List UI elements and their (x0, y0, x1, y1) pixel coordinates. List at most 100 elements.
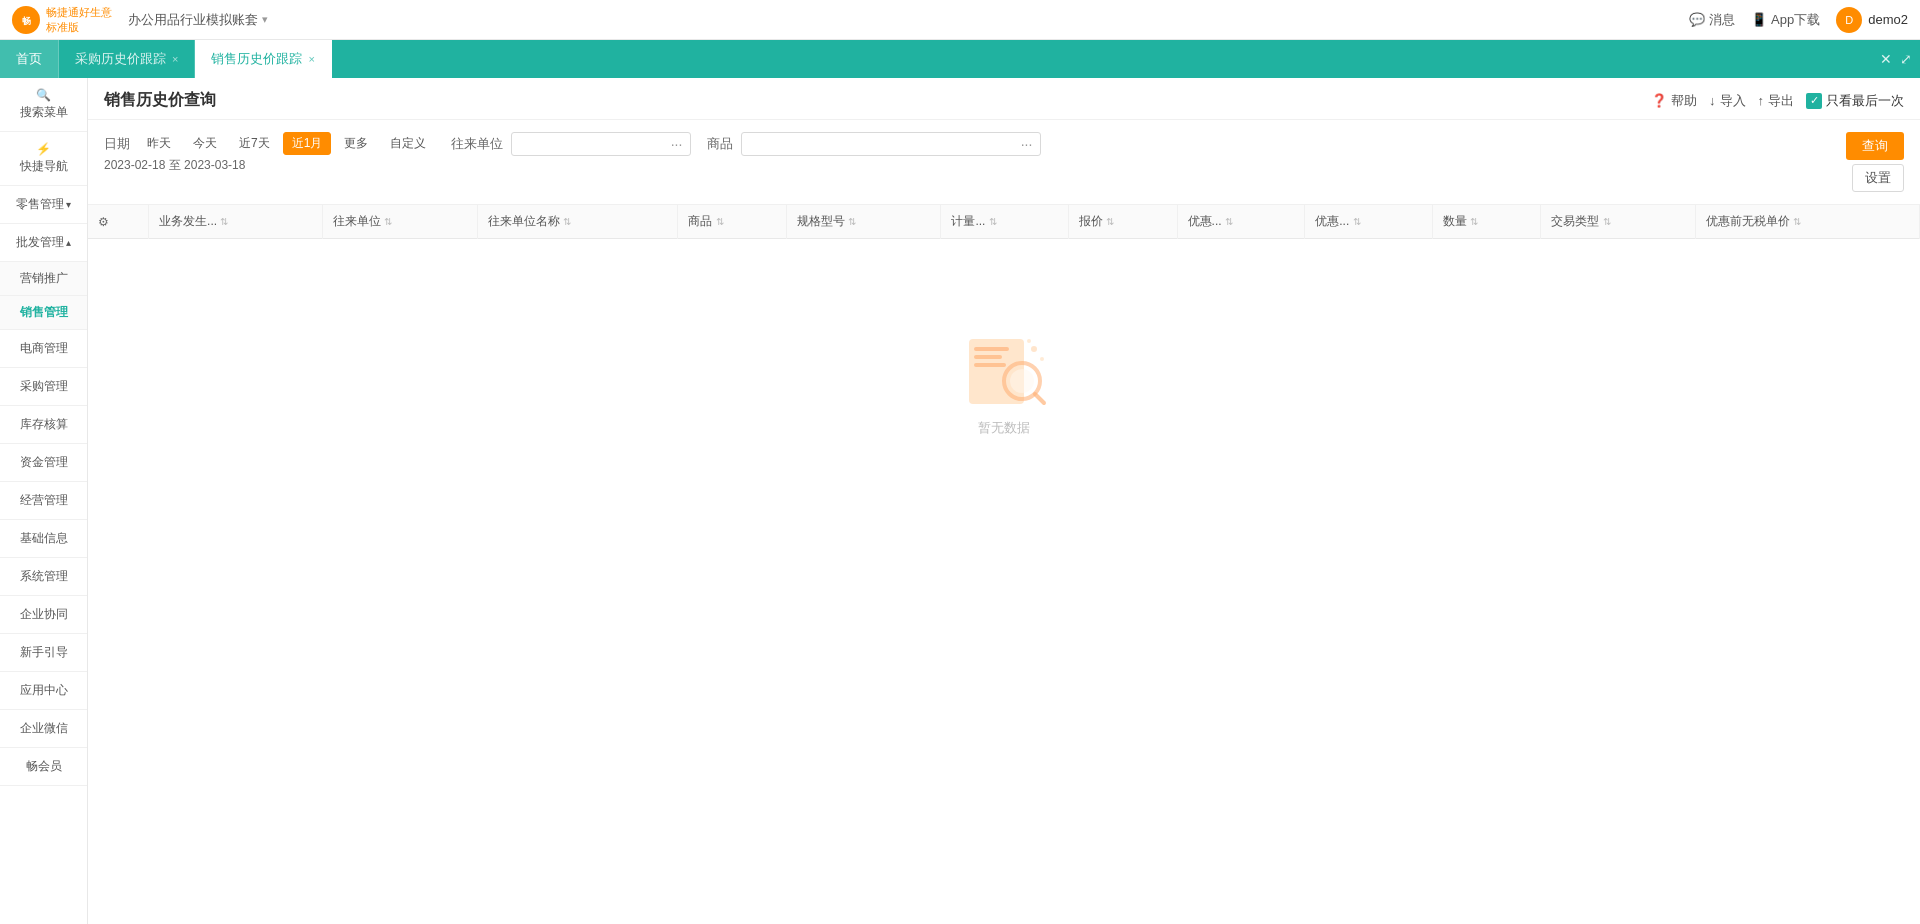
date-options: 昨天 今天 近7天 近1月 更多 自定义 (138, 132, 435, 155)
svg-rect-5 (974, 363, 1006, 367)
only-last-checkbox[interactable]: ✓ 只看最后一次 (1806, 92, 1904, 110)
sidebar-item-purchase[interactable]: 采购管理 (0, 368, 87, 406)
date-btn-custom[interactable]: 自定义 (381, 132, 435, 155)
tab-purchase-history[interactable]: 采购历史价跟踪 × (59, 40, 195, 78)
partner-input[interactable]: ··· (511, 132, 691, 156)
sidebar-item-sales-mgmt[interactable]: 销售管理 (0, 296, 87, 330)
export-button[interactable]: ↑ 导出 (1758, 92, 1795, 110)
sidebar-item-quick-nav-label: 快捷导航 (20, 158, 68, 175)
col-qty[interactable]: 数量 ⇅ (1432, 205, 1540, 239)
tab-purchase-history-close[interactable]: × (172, 53, 178, 65)
sort-biz-date-icon: ⇅ (220, 216, 228, 227)
sidebar-item-marketing[interactable]: 营销推广 (0, 262, 87, 296)
col-discount1[interactable]: 优惠... ⇅ (1177, 205, 1305, 239)
user-menu[interactable]: D demo2 (1836, 7, 1908, 33)
app-download-button[interactable]: 📱 App下载 (1751, 11, 1820, 29)
app-title-area[interactable]: 办公用品行业模拟账套 ▾ (128, 11, 268, 29)
col-trade-type[interactable]: 交易类型 ⇅ (1541, 205, 1696, 239)
avatar: D (1836, 7, 1862, 33)
sidebar-item-search[interactable]: 🔍 搜索菜单 (0, 78, 87, 132)
import-icon: ↓ (1709, 93, 1716, 108)
product-input[interactable]: ··· (741, 132, 1041, 156)
sidebar-item-enterprise[interactable]: 企业协同 (0, 596, 87, 634)
close-window-button[interactable]: ✕ (1880, 51, 1892, 67)
header-left: 畅 畅捷通好生意 标准版 办公用品行业模拟账套 ▾ (12, 5, 268, 34)
col-discount2[interactable]: 优惠... ⇅ (1305, 205, 1433, 239)
partner-filter-label: 往来单位 (451, 135, 503, 153)
col-biz-date[interactable]: 业务发生... ⇅ (149, 205, 323, 239)
sidebar-item-wechat[interactable]: 企业微信 (0, 710, 87, 748)
sidebar-item-system[interactable]: 系统管理 (0, 558, 87, 596)
date-btn-more[interactable]: 更多 (335, 132, 377, 155)
checkbox-checked-icon: ✓ (1806, 93, 1822, 109)
filter-area: 日期 昨天 今天 近7天 近1月 更多 自定义 2023-02-18 至 202… (88, 120, 1920, 205)
sidebar: 🔍 搜索菜单 ⚡ 快捷导航 零售管理 ▾ 批发管理 ▴ 营销推广 销售管理 电商… (0, 78, 88, 924)
partner-input-placeholder (520, 137, 670, 151)
tab-home[interactable]: 首页 (0, 40, 59, 78)
date-btn-today[interactable]: 今天 (184, 132, 226, 155)
export-icon: ↑ (1758, 93, 1765, 108)
empty-text: 暂无数据 (978, 419, 1030, 437)
sidebar-item-retail[interactable]: 零售管理 ▾ (0, 186, 87, 224)
settings-button[interactable]: 设置 (1852, 164, 1904, 192)
sidebar-item-basic-info[interactable]: 基础信息 (0, 520, 87, 558)
app-title-dropdown-icon: ▾ (262, 13, 268, 26)
sidebar-item-member[interactable]: 畅会员 (0, 748, 87, 786)
sidebar-item-operations-label: 经营管理 (20, 492, 68, 509)
search-icon: 🔍 (36, 88, 51, 102)
col-spec[interactable]: 规格型号 ⇅ (786, 205, 941, 239)
sidebar-item-guide[interactable]: 新手引导 (0, 634, 87, 672)
sidebar-item-app-center[interactable]: 应用中心 (0, 672, 87, 710)
query-button[interactable]: 查询 (1846, 132, 1904, 160)
svg-text:畅: 畅 (22, 16, 31, 26)
maximize-window-button[interactable]: ⤢ (1900, 51, 1912, 67)
svg-point-9 (1031, 346, 1037, 352)
col-partner-name[interactable]: 往来单位名称 ⇅ (477, 205, 678, 239)
page-actions: ❓ 帮助 ↓ 导入 ↑ 导出 ✓ 只看最后一次 (1651, 92, 1904, 110)
import-button[interactable]: ↓ 导入 (1709, 92, 1746, 110)
sidebar-item-inventory-label: 库存核算 (20, 416, 68, 433)
sidebar-item-quick-nav[interactable]: ⚡ 快捷导航 (0, 132, 87, 186)
col-quote-label: 报价 (1079, 214, 1103, 228)
message-icon: 💬 (1689, 12, 1705, 27)
sidebar-item-inventory[interactable]: 库存核算 (0, 406, 87, 444)
col-pre-tax-price[interactable]: 优惠前无税单价 ⇅ (1696, 205, 1920, 239)
product-filter-label: 商品 (707, 135, 733, 153)
table-container: ⚙ 业务发生... ⇅ 往来单位 ⇅ 往来单位名称 ⇅ (88, 205, 1920, 239)
sidebar-item-finance-label: 资金管理 (20, 454, 68, 471)
tab-sales-history-close[interactable]: × (308, 53, 314, 65)
col-unit[interactable]: 计量... ⇅ (941, 205, 1069, 239)
date-btn-yesterday[interactable]: 昨天 (138, 132, 180, 155)
message-button[interactable]: 💬 消息 (1689, 11, 1735, 29)
sort-partner-name-icon: ⇅ (563, 216, 571, 227)
column-settings-button[interactable]: ⚙ (88, 205, 149, 239)
partner-input-icon: ··· (671, 136, 683, 152)
logo-icon: 畅 (12, 6, 40, 34)
sidebar-item-wechat-label: 企业微信 (20, 720, 68, 737)
sort-trade-type-icon: ⇅ (1603, 216, 1611, 227)
sidebar-item-operations[interactable]: 经营管理 (0, 482, 87, 520)
tab-sales-history[interactable]: 销售历史价跟踪 × (195, 40, 331, 78)
user-name: demo2 (1868, 12, 1908, 27)
tab-bar: 首页 采购历史价跟踪 × 销售历史价跟踪 × ✕ ⤢ (0, 40, 1920, 78)
sidebar-item-ecommerce[interactable]: 电商管理 (0, 330, 87, 368)
col-spec-label: 规格型号 (797, 214, 845, 228)
empty-state: 暂无数据 (88, 239, 1920, 517)
date-filter-group: 日期 昨天 今天 近7天 近1月 更多 自定义 2023-02-18 至 202… (104, 132, 435, 174)
sort-spec-icon: ⇅ (848, 216, 856, 227)
svg-point-7 (1010, 369, 1034, 393)
date-btn-1month[interactable]: 近1月 (283, 132, 332, 155)
svg-point-11 (1027, 339, 1031, 343)
page-header: 销售历史价查询 ❓ 帮助 ↓ 导入 ↑ 导出 ✓ (88, 78, 1920, 120)
col-product[interactable]: 商品 ⇅ (678, 205, 786, 239)
svg-line-8 (1035, 394, 1044, 403)
help-button[interactable]: ❓ 帮助 (1651, 92, 1697, 110)
col-quote[interactable]: 报价 ⇅ (1069, 205, 1177, 239)
sidebar-item-wholesale[interactable]: 批发管理 ▴ (0, 224, 87, 262)
sidebar-item-guide-label: 新手引导 (20, 644, 68, 661)
col-partner-code[interactable]: 往来单位 ⇅ (323, 205, 478, 239)
page-container: 销售历史价查询 ❓ 帮助 ↓ 导入 ↑ 导出 ✓ (88, 78, 1920, 924)
tab-home-label: 首页 (16, 50, 42, 68)
sidebar-item-finance[interactable]: 资金管理 (0, 444, 87, 482)
date-btn-7days[interactable]: 近7天 (230, 132, 279, 155)
